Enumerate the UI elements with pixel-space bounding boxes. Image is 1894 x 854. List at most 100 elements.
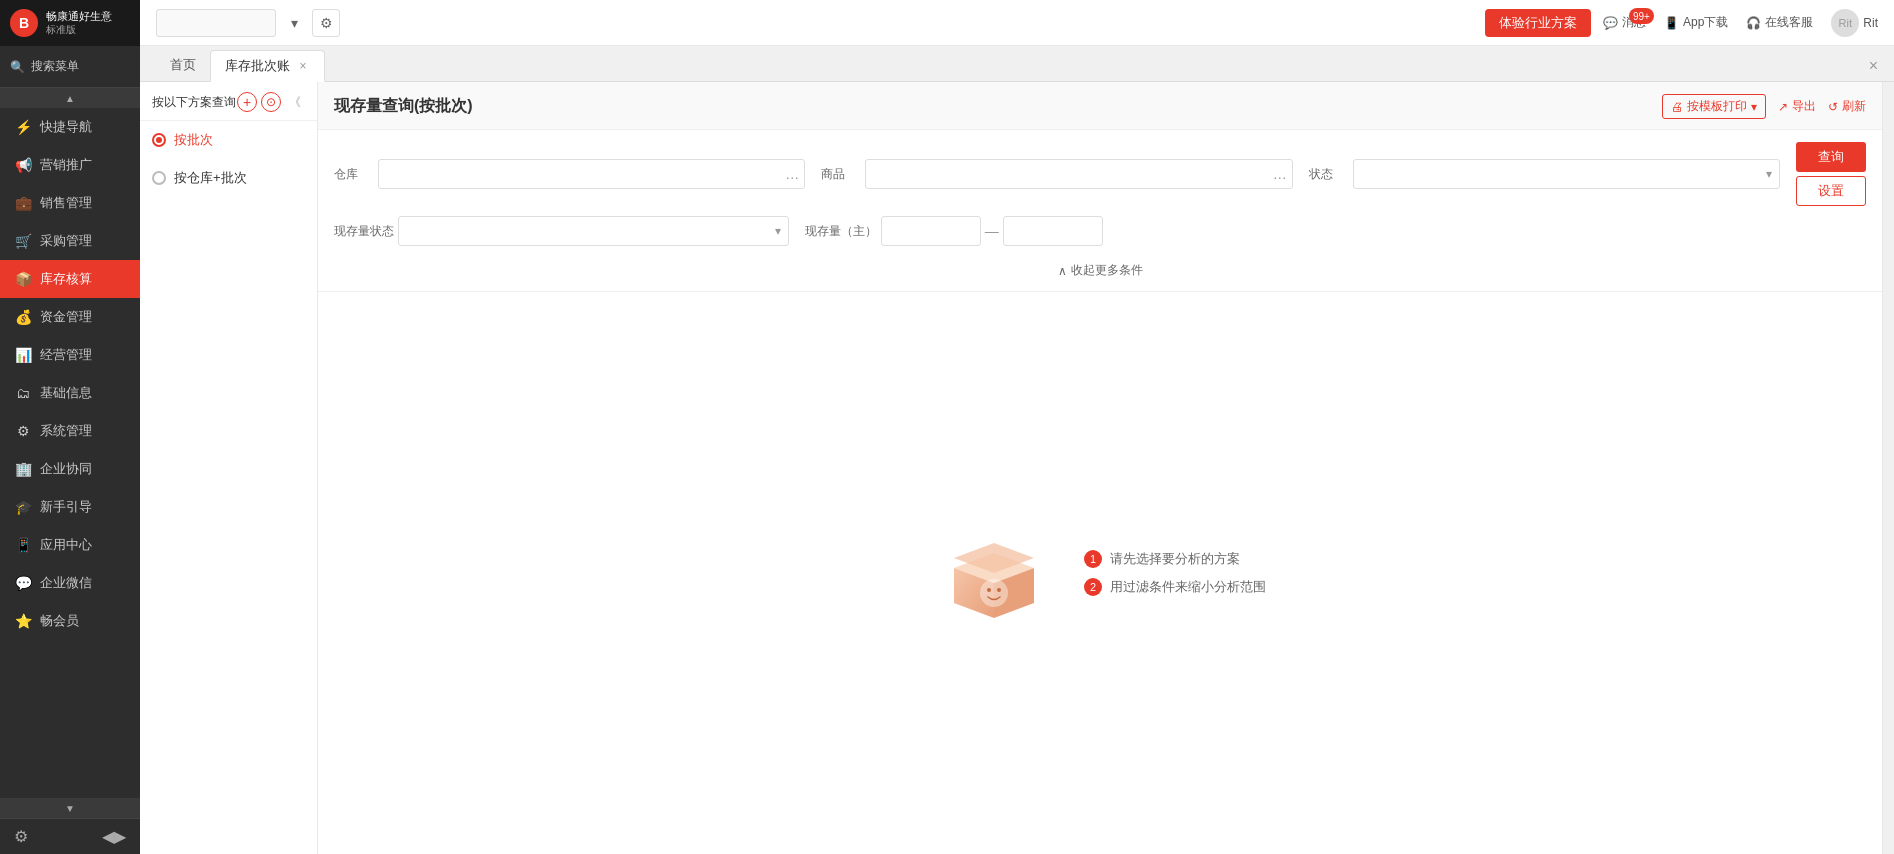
inventory-icon: 📦	[14, 270, 32, 288]
inventory-qty-to-input[interactable]	[1003, 216, 1103, 246]
sidebar-item-label: 系统管理	[40, 422, 92, 440]
product-more-icon[interactable]: …	[1273, 166, 1287, 182]
member-icon: ⭐	[14, 612, 32, 630]
topbar-right: 💬 消息 99+ 📱 App下载 🎧 在线客服 Rit Rit	[1603, 9, 1878, 37]
inventory-status-select-wrapper: ▾	[398, 216, 789, 246]
sidebar-item-label: 库存核算	[40, 270, 92, 288]
filter-inventory-status: 现存量状态 ▾	[334, 216, 789, 246]
sidebar-item-purchase[interactable]: 🛒 采购管理	[0, 222, 140, 260]
side-scrollbar	[1882, 82, 1894, 854]
export-icon: ↗	[1778, 100, 1788, 114]
filter-area: 仓库 … 商品 … 状态	[318, 130, 1882, 292]
tab-close-icon[interactable]: ×	[296, 59, 310, 73]
sidebar-scroll-down[interactable]: ▼	[0, 798, 140, 818]
export-label: 导出	[1792, 98, 1816, 115]
settings-btn[interactable]: 设置	[1796, 176, 1866, 206]
topbar-dropdown-btn[interactable]: ▾	[282, 11, 306, 35]
inventory-status-select[interactable]	[398, 216, 789, 246]
tab-home[interactable]: 首页	[156, 49, 210, 81]
sidebar-item-label: 快捷导航	[40, 118, 92, 136]
scheme-settings-btn[interactable]: ⊙	[261, 92, 281, 112]
left-panel-title: 按以下方案查询	[152, 94, 236, 111]
marketing-icon: 📢	[14, 156, 32, 174]
sidebar-item-inventory[interactable]: 📦 库存核算	[0, 260, 140, 298]
topbar-gear-btn[interactable]: ⚙	[312, 9, 340, 37]
sidebar-item-app-center[interactable]: 📱 应用中心	[0, 526, 140, 564]
left-panel-header: 按以下方案查询 + ⊙ 《	[140, 82, 317, 121]
sidebar-item-sales[interactable]: 💼 销售管理	[0, 184, 140, 222]
sidebar-item-label: 营销推广	[40, 156, 92, 174]
topbar-search-input[interactable]	[156, 9, 276, 37]
collapse-label: 收起更多条件	[1071, 262, 1143, 279]
tab-bar-close-btn[interactable]: ×	[1869, 56, 1878, 74]
mobile-icon: 📱	[1664, 16, 1679, 30]
scheme-label-warehouse-batch: 按仓库+批次	[174, 169, 247, 187]
empty-illustration	[934, 513, 1054, 633]
tab-inventory-batch[interactable]: 库存批次账 ×	[210, 50, 325, 82]
sidebar-item-basic-info[interactable]: 🗂 基础信息	[0, 374, 140, 412]
sidebar-scroll-up[interactable]: ▲	[0, 88, 140, 108]
status-select[interactable]	[1353, 159, 1780, 189]
sidebar-item-operation[interactable]: 📊 经营管理	[0, 336, 140, 374]
avatar: Rit	[1831, 9, 1859, 37]
print-dropdown-icon[interactable]: ▾	[1751, 100, 1757, 114]
scheme-collapse-btn[interactable]: 《	[285, 92, 305, 112]
sidebar-item-marketing[interactable]: 📢 营销推广	[0, 146, 140, 184]
sidebar-search-area[interactable]: 🔍 搜索菜单	[0, 46, 140, 88]
filter-status: 状态 ▾	[1309, 159, 1780, 189]
user-avatar-area[interactable]: Rit Rit	[1831, 9, 1878, 37]
messages-btn[interactable]: 💬 消息 99+	[1603, 14, 1646, 31]
search-menu-btn[interactable]: 🔍 搜索菜单	[10, 54, 130, 79]
app-logo: B	[10, 9, 38, 37]
sidebar-item-enterprise-wechat[interactable]: 💬 企业微信	[0, 564, 140, 602]
online-service-btn[interactable]: 🎧 在线客服	[1746, 14, 1813, 31]
main-content: ▾ ⚙ 体验行业方案 💬 消息 99+ 📱 App下载 🎧 在线客服 Rit	[140, 0, 1894, 854]
filter-row-2: 现存量状态 ▾ 现存量（主） —	[334, 216, 1866, 246]
status-select-wrapper: ▾	[1353, 159, 1780, 189]
scheme-item-warehouse-batch[interactable]: 按仓库+批次	[140, 159, 317, 197]
scheme-add-btn[interactable]: +	[237, 92, 257, 112]
inventory-qty-from-input[interactable]	[881, 216, 981, 246]
sidebar-item-system[interactable]: ⚙ 系统管理	[0, 412, 140, 450]
sidebar-item-newbie[interactable]: 🎓 新手引导	[0, 488, 140, 526]
sidebar-menu-icon[interactable]: ◀▶	[102, 827, 126, 846]
query-btn[interactable]: 查询	[1796, 142, 1866, 172]
headset-icon: 🎧	[1746, 16, 1761, 30]
sidebar-item-label: 销售管理	[40, 194, 92, 212]
refresh-icon: ↺	[1828, 100, 1838, 114]
sidebar-gear-icon[interactable]: ⚙	[14, 827, 28, 846]
product-input[interactable]	[865, 159, 1292, 189]
tip-num-1: 1	[1084, 550, 1102, 568]
warehouse-input[interactable]	[378, 159, 805, 189]
enterprise-icon: 🏢	[14, 460, 32, 478]
newbie-icon: 🎓	[14, 498, 32, 516]
sidebar-item-enterprise[interactable]: 🏢 企业协同	[0, 450, 140, 488]
filter-product: 商品 …	[821, 159, 1292, 189]
tab-inventory-batch-label: 库存批次账	[225, 57, 290, 75]
qty-dash: —	[981, 223, 1003, 239]
left-panel: 按以下方案查询 + ⊙ 《 按批次 按仓库+批次	[140, 82, 318, 854]
export-btn[interactable]: ↗ 导出	[1778, 98, 1816, 115]
sidebar-item-member[interactable]: ⭐ 畅会员	[0, 602, 140, 640]
print-btn[interactable]: 🖨 按模板打印 ▾	[1662, 94, 1766, 119]
svg-point-4	[980, 579, 1008, 607]
print-icon: 🖨	[1671, 100, 1683, 114]
experience-btn[interactable]: 体验行业方案	[1485, 9, 1591, 37]
app-download-btn[interactable]: 📱 App下载	[1664, 14, 1728, 31]
quick-nav-icon: ⚡	[14, 118, 32, 136]
sales-icon: 💼	[14, 194, 32, 212]
sidebar-item-quick-nav[interactable]: ⚡ 快捷导航	[0, 108, 140, 146]
warehouse-more-icon[interactable]: …	[785, 166, 799, 182]
sidebar-nav: ⚡ 快捷导航 📢 营销推广 💼 销售管理 🛒 采购管理 📦 库存核算 💰 资金管…	[0, 108, 140, 798]
sidebar-item-label: 经营管理	[40, 346, 92, 364]
refresh-label: 刷新	[1842, 98, 1866, 115]
system-icon: ⚙	[14, 422, 32, 440]
online-service-label: 在线客服	[1765, 14, 1813, 31]
refresh-btn[interactable]: ↺ 刷新	[1828, 98, 1866, 115]
empty-tips: 1 请先选择要分析的方案 2 用过滤条件来缩小分析范围	[1084, 550, 1266, 596]
empty-tip-2: 2 用过滤条件来缩小分析范围	[1084, 578, 1266, 596]
app-subtitle: 标准版	[46, 23, 112, 37]
scheme-item-batch[interactable]: 按批次	[140, 121, 317, 159]
collapse-btn[interactable]: ∧ 收起更多条件	[334, 256, 1866, 279]
sidebar-item-finance[interactable]: 💰 资金管理	[0, 298, 140, 336]
